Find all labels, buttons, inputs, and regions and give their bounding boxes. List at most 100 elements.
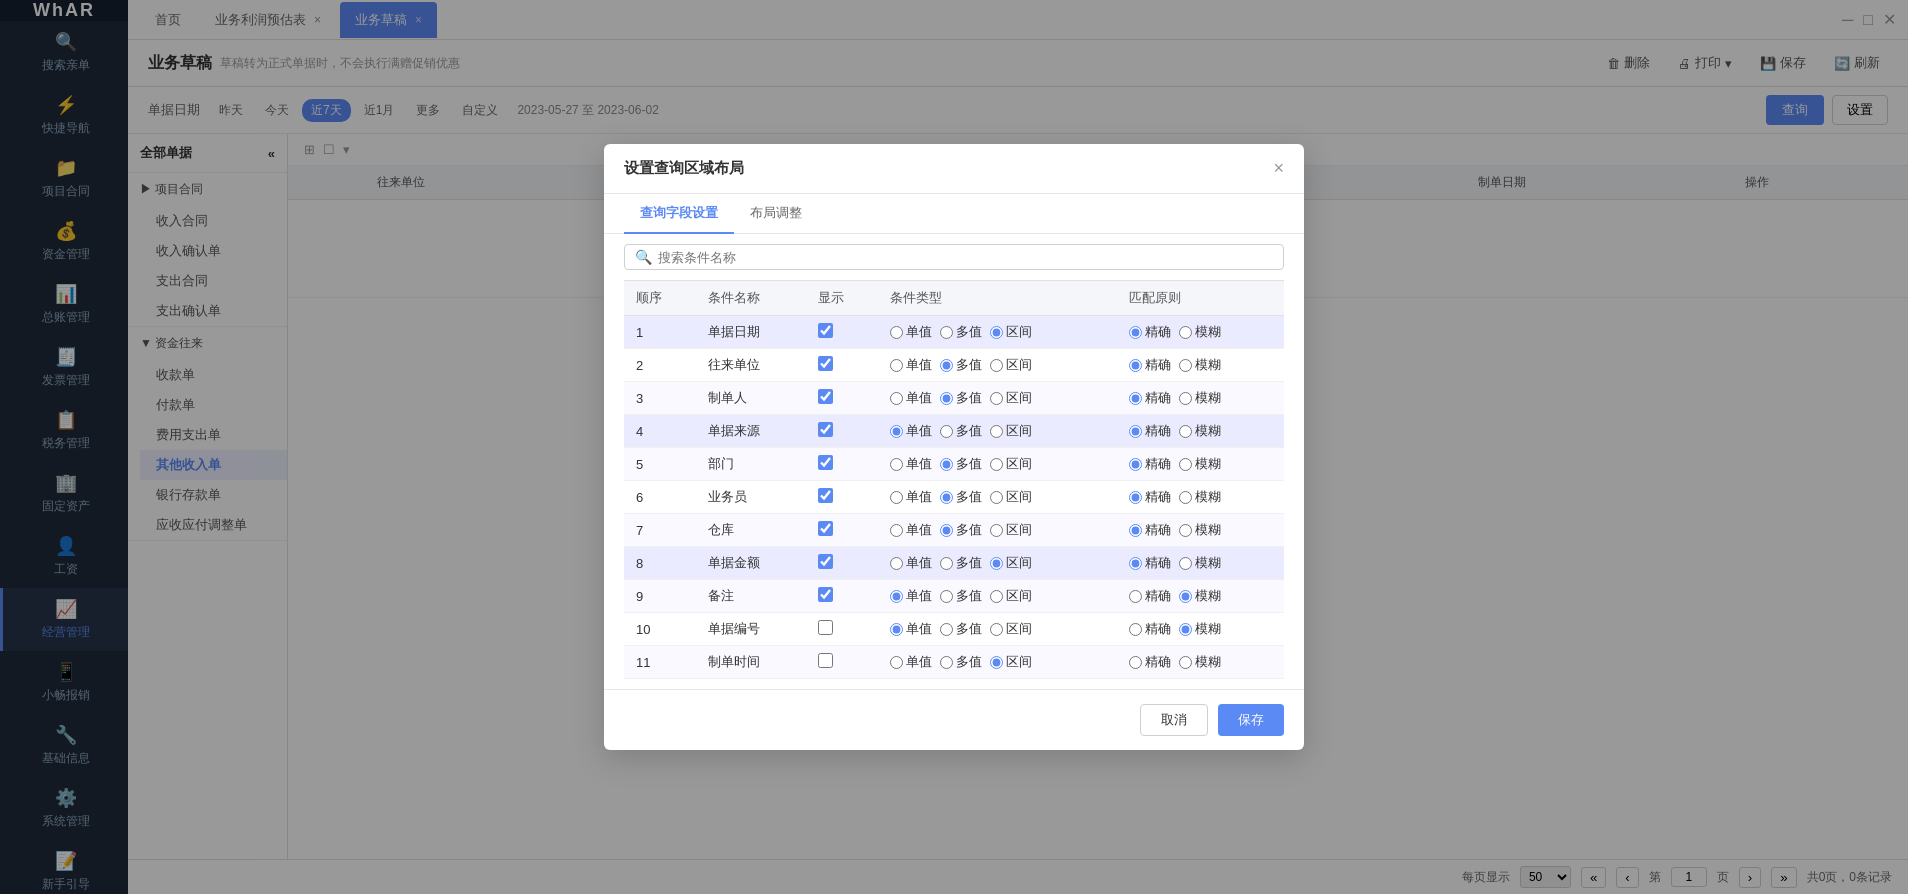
radio-input-match-exact-4[interactable] bbox=[1129, 425, 1142, 438]
dialog-save-button[interactable]: 保存 bbox=[1218, 704, 1284, 736]
type-radio-range-3[interactable]: 区间 bbox=[990, 389, 1032, 407]
type-radio-range-11[interactable]: 区间 bbox=[990, 653, 1032, 671]
match-radio-fuzzy-3[interactable]: 模糊 bbox=[1179, 389, 1221, 407]
radio-input-match-exact-3[interactable] bbox=[1129, 392, 1142, 405]
radio-input-match-fuzzy-11[interactable] bbox=[1179, 656, 1192, 669]
radio-input-match-fuzzy-9[interactable] bbox=[1179, 590, 1192, 603]
match-radio-fuzzy-11[interactable]: 模糊 bbox=[1179, 653, 1221, 671]
radio-input-match-exact-8[interactable] bbox=[1129, 557, 1142, 570]
radio-input-match-fuzzy-10[interactable] bbox=[1179, 623, 1192, 636]
radio-input-match-fuzzy-2[interactable] bbox=[1179, 359, 1192, 372]
type-radio-range-2[interactable]: 区间 bbox=[990, 356, 1032, 374]
match-radio-exact-4[interactable]: 精确 bbox=[1129, 422, 1171, 440]
radio-input-match-fuzzy-5[interactable] bbox=[1179, 458, 1192, 471]
type-radio-multi-11[interactable]: 多值 bbox=[940, 653, 982, 671]
match-radio-fuzzy-2[interactable]: 模糊 bbox=[1179, 356, 1221, 374]
radio-input-type-multi-2[interactable] bbox=[940, 359, 953, 372]
type-radio-range-10[interactable]: 区间 bbox=[990, 620, 1032, 638]
match-radio-fuzzy-6[interactable]: 模糊 bbox=[1179, 488, 1221, 506]
radio-input-type-single-11[interactable] bbox=[890, 656, 903, 669]
radio-input-match-exact-11[interactable] bbox=[1129, 656, 1142, 669]
show-checkbox-2[interactable] bbox=[818, 356, 833, 371]
radio-input-match-fuzzy-6[interactable] bbox=[1179, 491, 1192, 504]
type-radio-multi-6[interactable]: 多值 bbox=[940, 488, 982, 506]
match-radio-exact-9[interactable]: 精确 bbox=[1129, 587, 1171, 605]
match-radio-fuzzy-4[interactable]: 模糊 bbox=[1179, 422, 1221, 440]
match-radio-exact-5[interactable]: 精确 bbox=[1129, 455, 1171, 473]
type-radio-single-6[interactable]: 单值 bbox=[890, 488, 932, 506]
radio-input-type-single-9[interactable] bbox=[890, 590, 903, 603]
radio-input-type-multi-11[interactable] bbox=[940, 656, 953, 669]
match-radio-fuzzy-8[interactable]: 模糊 bbox=[1179, 554, 1221, 572]
type-radio-single-7[interactable]: 单值 bbox=[890, 521, 932, 539]
radio-input-type-single-8[interactable] bbox=[890, 557, 903, 570]
radio-input-match-exact-2[interactable] bbox=[1129, 359, 1142, 372]
type-radio-multi-1[interactable]: 多值 bbox=[940, 323, 982, 341]
type-radio-single-4[interactable]: 单值 bbox=[890, 422, 932, 440]
type-radio-range-4[interactable]: 区间 bbox=[990, 422, 1032, 440]
type-radio-single-11[interactable]: 单值 bbox=[890, 653, 932, 671]
type-radio-single-5[interactable]: 单值 bbox=[890, 455, 932, 473]
radio-input-match-exact-10[interactable] bbox=[1129, 623, 1142, 636]
match-radio-fuzzy-7[interactable]: 模糊 bbox=[1179, 521, 1221, 539]
radio-input-type-range-4[interactable] bbox=[990, 425, 1003, 438]
radio-input-type-single-4[interactable] bbox=[890, 425, 903, 438]
radio-input-type-range-8[interactable] bbox=[990, 557, 1003, 570]
type-radio-range-8[interactable]: 区间 bbox=[990, 554, 1032, 572]
match-radio-fuzzy-10[interactable]: 模糊 bbox=[1179, 620, 1221, 638]
radio-input-type-range-2[interactable] bbox=[990, 359, 1003, 372]
match-radio-exact-2[interactable]: 精确 bbox=[1129, 356, 1171, 374]
show-checkbox-10[interactable] bbox=[818, 620, 833, 635]
type-radio-single-10[interactable]: 单值 bbox=[890, 620, 932, 638]
radio-input-type-multi-6[interactable] bbox=[940, 491, 953, 504]
match-radio-exact-1[interactable]: 精确 bbox=[1129, 323, 1171, 341]
radio-input-match-fuzzy-1[interactable] bbox=[1179, 326, 1192, 339]
radio-input-match-exact-6[interactable] bbox=[1129, 491, 1142, 504]
match-radio-exact-3[interactable]: 精确 bbox=[1129, 389, 1171, 407]
type-radio-range-1[interactable]: 区间 bbox=[990, 323, 1032, 341]
type-radio-range-9[interactable]: 区间 bbox=[990, 587, 1032, 605]
type-radio-multi-5[interactable]: 多值 bbox=[940, 455, 982, 473]
radio-input-type-range-11[interactable] bbox=[990, 656, 1003, 669]
show-checkbox-4[interactable] bbox=[818, 422, 833, 437]
show-checkbox-11[interactable] bbox=[818, 653, 833, 668]
radio-input-match-fuzzy-8[interactable] bbox=[1179, 557, 1192, 570]
match-radio-exact-8[interactable]: 精确 bbox=[1129, 554, 1171, 572]
match-radio-fuzzy-1[interactable]: 模糊 bbox=[1179, 323, 1221, 341]
show-checkbox-6[interactable] bbox=[818, 488, 833, 503]
match-radio-fuzzy-9[interactable]: 模糊 bbox=[1179, 587, 1221, 605]
type-radio-multi-7[interactable]: 多值 bbox=[940, 521, 982, 539]
type-radio-single-2[interactable]: 单值 bbox=[890, 356, 932, 374]
radio-input-type-multi-10[interactable] bbox=[940, 623, 953, 636]
match-radio-exact-11[interactable]: 精确 bbox=[1129, 653, 1171, 671]
radio-input-type-multi-5[interactable] bbox=[940, 458, 953, 471]
show-checkbox-5[interactable] bbox=[818, 455, 833, 470]
radio-input-match-fuzzy-3[interactable] bbox=[1179, 392, 1192, 405]
radio-input-type-multi-8[interactable] bbox=[940, 557, 953, 570]
tab-fields[interactable]: 查询字段设置 bbox=[624, 194, 734, 234]
tab-layout[interactable]: 布局调整 bbox=[734, 194, 818, 234]
show-checkbox-7[interactable] bbox=[818, 521, 833, 536]
radio-input-type-single-2[interactable] bbox=[890, 359, 903, 372]
cancel-button[interactable]: 取消 bbox=[1140, 704, 1208, 736]
type-radio-single-8[interactable]: 单值 bbox=[890, 554, 932, 572]
match-radio-exact-10[interactable]: 精确 bbox=[1129, 620, 1171, 638]
show-checkbox-1[interactable] bbox=[818, 323, 833, 338]
radio-input-type-multi-7[interactable] bbox=[940, 524, 953, 537]
radio-input-type-single-3[interactable] bbox=[890, 392, 903, 405]
radio-input-type-multi-1[interactable] bbox=[940, 326, 953, 339]
type-radio-multi-2[interactable]: 多值 bbox=[940, 356, 982, 374]
radio-input-match-exact-9[interactable] bbox=[1129, 590, 1142, 603]
type-radio-multi-10[interactable]: 多值 bbox=[940, 620, 982, 638]
dialog-close-button[interactable]: × bbox=[1273, 158, 1284, 179]
radio-input-match-exact-5[interactable] bbox=[1129, 458, 1142, 471]
radio-input-type-range-7[interactable] bbox=[990, 524, 1003, 537]
radio-input-type-range-3[interactable] bbox=[990, 392, 1003, 405]
match-radio-fuzzy-5[interactable]: 模糊 bbox=[1179, 455, 1221, 473]
radio-input-type-range-1[interactable] bbox=[990, 326, 1003, 339]
match-radio-exact-7[interactable]: 精确 bbox=[1129, 521, 1171, 539]
radio-input-match-fuzzy-7[interactable] bbox=[1179, 524, 1192, 537]
type-radio-single-1[interactable]: 单值 bbox=[890, 323, 932, 341]
type-radio-multi-3[interactable]: 多值 bbox=[940, 389, 982, 407]
radio-input-match-fuzzy-4[interactable] bbox=[1179, 425, 1192, 438]
